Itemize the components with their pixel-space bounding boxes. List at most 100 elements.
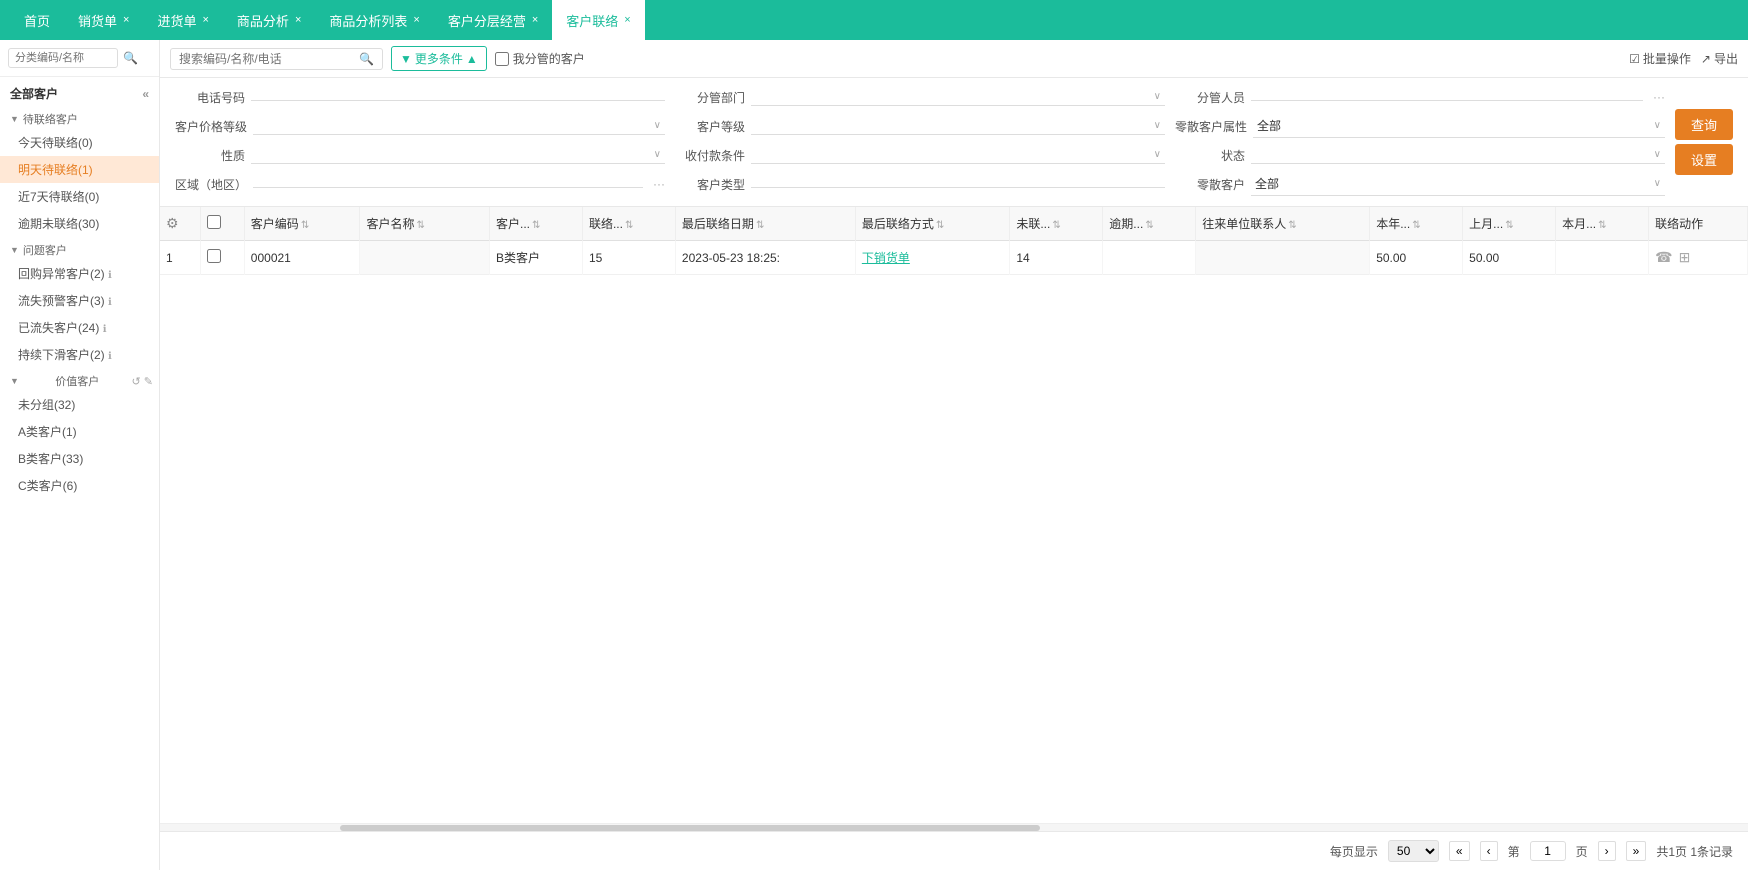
all-customers-section: 全部客户 « <box>0 77 159 106</box>
close-icon[interactable]: × <box>123 14 129 26</box>
sidebar-item-overdue-contact[interactable]: 逾期未联络(30) <box>0 210 159 237</box>
td-overdue <box>1103 241 1196 275</box>
horizontal-scrollbar[interactable] <box>160 823 1748 831</box>
th-this-year: 本年...⇅ <box>1370 207 1463 241</box>
retail-attr-select[interactable]: 全部∨ <box>1253 114 1665 138</box>
per-page-select[interactable]: 50 100 200 <box>1388 840 1439 862</box>
sort-icon[interactable]: ⇅ <box>301 220 309 231</box>
customer-grade-select[interactable]: ∨ <box>751 117 1165 135</box>
nav-customer-layered[interactable]: 客户分层经营 × <box>434 0 552 40</box>
data-table-container: ⚙ 客户编码⇅ 客户名称⇅ 客户...⇅ 联络...⇅ 最后联络日期⇅ 最后联络… <box>160 207 1748 823</box>
region-dots-icon[interactable]: ··· <box>653 177 665 191</box>
sidebar-item-churn-warning[interactable]: 流失预警客户(3) ℹ <box>0 287 159 314</box>
sidebar-item-today-contact[interactable]: 今天待联络(0) <box>0 129 159 156</box>
sort-icon[interactable]: ⇅ <box>1505 220 1513 231</box>
more-action-icon[interactable]: ⊞ <box>1679 249 1691 266</box>
select-all-checkbox[interactable] <box>207 215 221 229</box>
query-button[interactable]: 查询 <box>1675 109 1733 140</box>
search-icon[interactable]: 🔍 <box>359 52 374 66</box>
first-page-button[interactable]: « <box>1449 841 1470 861</box>
td-last-month: 50.00 <box>1463 241 1556 275</box>
collapse-icon[interactable]: « <box>142 87 149 101</box>
sort-icon[interactable]: ⇅ <box>416 220 424 231</box>
sort-icon[interactable]: ⇅ <box>936 220 944 231</box>
price-grade-select[interactable]: ∨ <box>253 117 665 135</box>
th-last-way-label: 最后联络方式 <box>862 217 934 231</box>
sort-icon[interactable]: ⇅ <box>1598 220 1606 231</box>
search-icon[interactable]: 🔍 <box>123 51 138 65</box>
page-input[interactable] <box>1530 841 1566 861</box>
sidebar-item-abnormal-repurchase[interactable]: 回购异常客户(2) ℹ <box>0 260 159 287</box>
td-type: B类客户 <box>489 241 582 275</box>
nav-customer-contact[interactable]: 客户联络 × <box>552 0 644 40</box>
nav-sales[interactable]: 销货单 × <box>64 0 143 40</box>
my-customers-checkbox[interactable] <box>495 52 509 66</box>
td-code: 000021 <box>244 241 360 275</box>
nav-product-analysis-list[interactable]: 商品分析列表 × <box>315 0 433 40</box>
nav-purchase[interactable]: 进货单 × <box>143 0 222 40</box>
row-checkbox[interactable] <box>207 249 221 263</box>
total-records-label: 共1页 1条记录 <box>1656 843 1733 860</box>
sidebar-search-area: 🔍 <box>0 40 159 77</box>
sidebar-item-class-a[interactable]: A类客户(1) <box>0 418 159 445</box>
th-unit-contact: 往来单位联系人⇅ <box>1196 207 1370 241</box>
settings-button[interactable]: 设置 <box>1675 144 1733 175</box>
scrollbar-thumb[interactable] <box>340 825 1040 831</box>
person-dots-icon[interactable]: ··· <box>1653 90 1665 104</box>
sort-icon[interactable]: ⇅ <box>625 220 633 231</box>
close-icon[interactable]: × <box>532 14 538 26</box>
customer-type-input[interactable] <box>751 181 1165 188</box>
sort-icon[interactable]: ⇅ <box>532 220 540 231</box>
batch-operation-button[interactable]: ☑ 批量操作 <box>1629 50 1691 67</box>
sidebar-item-class-c[interactable]: C类客户(6) <box>0 472 159 499</box>
payment-select[interactable]: ∨ <box>751 146 1165 164</box>
search-input[interactable] <box>179 52 359 66</box>
sidebar-item-churned[interactable]: 已流失客户(24) ℹ <box>0 314 159 341</box>
table-footer: 每页显示 50 100 200 « ‹ 第 页 › » 共1页 1条记录 <box>160 831 1748 870</box>
phone-input[interactable] <box>251 94 665 101</box>
sidebar-item-7day-contact[interactable]: 近7天待联络(0) <box>0 183 159 210</box>
close-icon[interactable]: × <box>295 14 301 26</box>
payment-label: 收付款条件 <box>675 147 745 164</box>
th-overdue: 逾期...⇅ <box>1103 207 1196 241</box>
last-contact-way-link[interactable]: 下销货单 <box>862 251 910 265</box>
th-type: 客户...⇅ <box>489 207 582 241</box>
data-table: ⚙ 客户编码⇅ 客户名称⇅ 客户...⇅ 联络...⇅ 最后联络日期⇅ 最后联络… <box>160 207 1748 275</box>
sort-icon[interactable]: ⇅ <box>1288 220 1296 231</box>
person-input[interactable] <box>1251 94 1643 101</box>
sort-icon[interactable]: ⇅ <box>1052 220 1060 231</box>
td-this-year: 50.00 <box>1370 241 1463 275</box>
search-box[interactable]: 🔍 <box>170 48 383 70</box>
nav-product-analysis[interactable]: 商品分析 × <box>223 0 315 40</box>
contact-action-icon[interactable]: ☎ <box>1655 249 1672 266</box>
last-page-button[interactable]: » <box>1626 841 1647 861</box>
sidebar-item-class-b[interactable]: B类客户(33) <box>0 445 159 472</box>
next-page-button[interactable]: › <box>1598 841 1616 861</box>
th-contact-label: 联络... <box>589 217 623 231</box>
gear-icon[interactable]: ⚙ <box>166 215 179 231</box>
prev-page-button[interactable]: ‹ <box>1480 841 1498 861</box>
td-action: ☎ ⊞ <box>1649 241 1748 275</box>
sort-icon[interactable]: ⇅ <box>1145 220 1153 231</box>
nav-home[interactable]: 首页 <box>10 0 64 40</box>
sidebar-item-ungrouped[interactable]: 未分组(32) <box>0 391 159 418</box>
dept-select[interactable]: ∨ <box>751 88 1165 106</box>
sidebar-item-declining[interactable]: 持续下滑客户(2) ℹ <box>0 341 159 368</box>
region-input[interactable] <box>253 181 643 188</box>
close-icon[interactable]: × <box>413 14 419 26</box>
th-last-month: 上月...⇅ <box>1463 207 1556 241</box>
export-button[interactable]: ↗ 导出 <box>1701 50 1738 67</box>
sidebar-search-input[interactable] <box>8 48 118 68</box>
sidebar-item-tomorrow-contact[interactable]: 明天待联络(1) <box>0 156 159 183</box>
sort-icon[interactable]: ⇅ <box>756 220 764 231</box>
filter-retail-customer: 零散客户 全部∨ <box>1175 172 1665 196</box>
close-icon[interactable]: × <box>202 14 208 26</box>
status-select[interactable]: ∨ <box>1251 146 1665 164</box>
retail-customer-select[interactable]: 全部∨ <box>1251 172 1665 196</box>
th-checkbox <box>201 207 245 241</box>
nature-select[interactable]: ∨ <box>251 146 665 164</box>
close-icon[interactable]: × <box>624 14 630 26</box>
more-filter-button[interactable]: ▼ 更多条件 ▲ <box>391 46 487 71</box>
th-code: 客户编码⇅ <box>244 207 360 241</box>
sort-icon[interactable]: ⇅ <box>1412 220 1420 231</box>
